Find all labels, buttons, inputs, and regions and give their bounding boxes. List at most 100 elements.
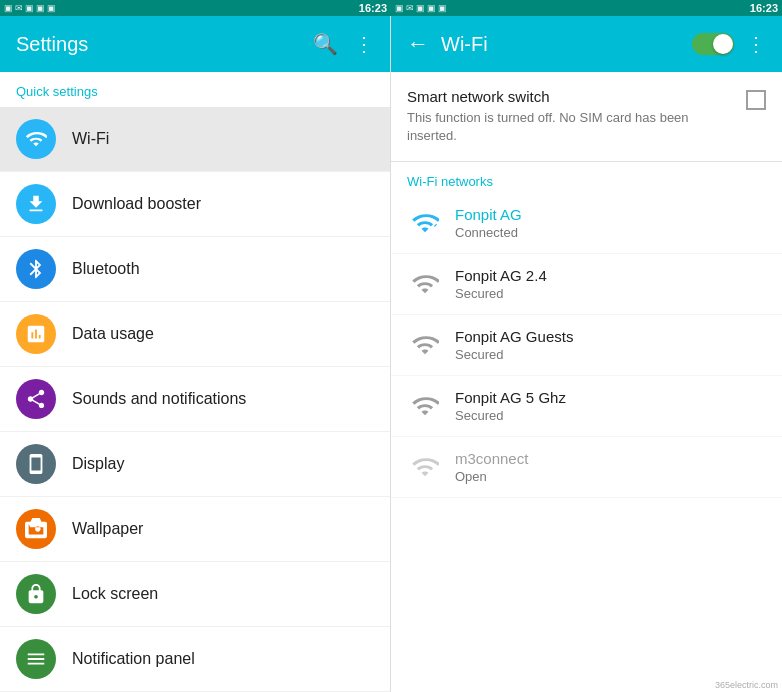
settings-item-bluetooth[interactable]: Bluetooth <box>0 237 390 302</box>
wifi-connected-icon <box>411 209 439 237</box>
settings-item-sounds[interactable]: Sounds and notifications <box>0 367 390 432</box>
notif-icon-r4: ▣ <box>427 3 436 13</box>
status-icons-left: ▣ ✉ ▣ ▣ ▣ <box>4 3 56 13</box>
notification-panel-icon <box>25 648 47 670</box>
network-name-3: Fonpit AG Guests <box>455 328 766 345</box>
smart-network-desc: This function is turned off. No SIM card… <box>407 109 730 145</box>
wifi-signal-icon-1 <box>407 205 443 241</box>
wifi-networks-label: Wi-Fi networks <box>391 162 782 193</box>
smart-network-text: Smart network switch This function is tu… <box>407 88 730 145</box>
watermark: 365electric.com <box>715 680 778 690</box>
wifi-title: Wi-Fi <box>441 33 692 56</box>
network-item-fonpit-guests[interactable]: Fonpit AG Guests Secured <box>391 315 782 376</box>
network-item-fonpit-ag[interactable]: Fonpit AG Connected <box>391 193 782 254</box>
network-item-m3connect[interactable]: m3connect Open <box>391 437 782 498</box>
display-icon <box>25 453 47 475</box>
data-usage-icon-container <box>16 314 56 354</box>
bluetooth-label: Bluetooth <box>72 260 140 278</box>
smart-network-section: Smart network switch This function is tu… <box>391 72 782 162</box>
wifi-content: Smart network switch This function is tu… <box>391 72 782 692</box>
wifi-signal-icon-4 <box>407 388 443 424</box>
settings-header: Settings 🔍 ⋮ <box>0 16 390 72</box>
settings-list: Wi-Fi Download booster Bluetooth <box>0 107 390 692</box>
network-info-3: Fonpit AG Guests Secured <box>455 328 766 362</box>
network-name-4: Fonpit AG 5 Ghz <box>455 389 766 406</box>
display-label: Display <box>72 455 124 473</box>
wifi-icon-container <box>16 119 56 159</box>
settings-title: Settings <box>16 33 313 56</box>
network-item-fonpit-ag-24[interactable]: Fonpit AG 2.4 Secured <box>391 254 782 315</box>
notif-icon-r2: ✉ <box>406 3 414 13</box>
display-icon-container <box>16 444 56 484</box>
toggle-thumb <box>713 34 733 54</box>
lock-screen-icon-container <box>16 574 56 614</box>
status-bar-left: ▣ ✉ ▣ ▣ ▣ 16:23 <box>0 0 391 16</box>
notif-icon-r5: ▣ <box>438 3 447 13</box>
wifi-signal-icon-5 <box>407 449 443 485</box>
notification-panel-label: Notification panel <box>72 650 195 668</box>
bluetooth-icon <box>25 258 47 280</box>
wifi-secured-icon-3 <box>411 331 439 359</box>
wallpaper-icon-container <box>16 509 56 549</box>
notif-icon-1: ▣ <box>4 3 13 13</box>
notification-panel-icon-container <box>16 639 56 679</box>
search-icon[interactable]: 🔍 <box>313 32 338 56</box>
status-bar: ▣ ✉ ▣ ▣ ▣ 16:23 ▣ ✉ ▣ ▣ ▣ 16:23 <box>0 0 782 16</box>
settings-item-display[interactable]: Display <box>0 432 390 497</box>
wifi-signal-icon-2 <box>407 266 443 302</box>
data-usage-icon <box>25 323 47 345</box>
notif-icon-r3: ▣ <box>416 3 425 13</box>
download-booster-icon-container <box>16 184 56 224</box>
network-status-3: Secured <box>455 347 766 362</box>
data-usage-label: Data usage <box>72 325 154 343</box>
network-status-1: Connected <box>455 225 766 240</box>
status-bar-right: ▣ ✉ ▣ ▣ ▣ 16:23 <box>391 0 782 16</box>
settings-header-icons: 🔍 ⋮ <box>313 32 374 56</box>
network-item-fonpit-5ghz[interactable]: Fonpit AG 5 Ghz Secured <box>391 376 782 437</box>
settings-item-lock-screen[interactable]: Lock screen <box>0 562 390 627</box>
notif-icon-3: ▣ <box>25 3 34 13</box>
network-name-1: Fonpit AG <box>455 206 766 223</box>
back-icon[interactable]: ← <box>407 31 429 57</box>
network-status-2: Secured <box>455 286 766 301</box>
network-name-2: Fonpit AG 2.4 <box>455 267 766 284</box>
settings-item-notification-panel[interactable]: Notification panel <box>0 627 390 692</box>
wifi-toggle[interactable] <box>692 33 734 55</box>
settings-item-wallpaper[interactable]: Wallpaper <box>0 497 390 562</box>
wallpaper-label: Wallpaper <box>72 520 143 538</box>
wifi-signal-icon-3 <box>407 327 443 363</box>
network-status-5: Open <box>455 469 766 484</box>
more-icon[interactable]: ⋮ <box>354 32 374 56</box>
settings-item-data-usage[interactable]: Data usage <box>0 302 390 367</box>
settings-item-wifi[interactable]: Wi-Fi <box>0 107 390 172</box>
main-panels: Settings 🔍 ⋮ Quick settings Wi-Fi <box>0 16 782 692</box>
wifi-icon <box>25 128 47 150</box>
download-booster-icon <box>25 193 47 215</box>
sounds-icon <box>25 388 47 410</box>
network-info-1: Fonpit AG Connected <box>455 206 766 240</box>
lock-screen-label: Lock screen <box>72 585 158 603</box>
status-icons-right: ▣ ✉ ▣ ▣ ▣ <box>395 3 447 13</box>
settings-item-download-booster[interactable]: Download booster <box>0 172 390 237</box>
wifi-open-icon <box>411 453 439 481</box>
lock-screen-icon <box>25 583 47 605</box>
wifi-panel: ← Wi-Fi ⋮ Smart network switch This func… <box>391 16 782 692</box>
download-booster-label: Download booster <box>72 195 201 213</box>
notif-icon-2: ✉ <box>15 3 23 13</box>
status-time-right: 16:23 <box>750 2 778 14</box>
network-name-5: m3connect <box>455 450 766 467</box>
bluetooth-icon-container <box>16 249 56 289</box>
toggle-track[interactable] <box>692 33 734 55</box>
notif-icon-5: ▣ <box>47 3 56 13</box>
sounds-label: Sounds and notifications <box>72 390 246 408</box>
notif-icon-4: ▣ <box>36 3 45 13</box>
wifi-more-icon[interactable]: ⋮ <box>746 32 766 56</box>
smart-network-title: Smart network switch <box>407 88 730 105</box>
network-info-4: Fonpit AG 5 Ghz Secured <box>455 389 766 423</box>
network-status-4: Secured <box>455 408 766 423</box>
wifi-secured-icon-2 <box>411 270 439 298</box>
settings-panel: Settings 🔍 ⋮ Quick settings Wi-Fi <box>0 16 391 692</box>
wallpaper-icon <box>25 518 47 540</box>
wifi-label: Wi-Fi <box>72 130 109 148</box>
smart-network-checkbox[interactable] <box>746 90 766 110</box>
